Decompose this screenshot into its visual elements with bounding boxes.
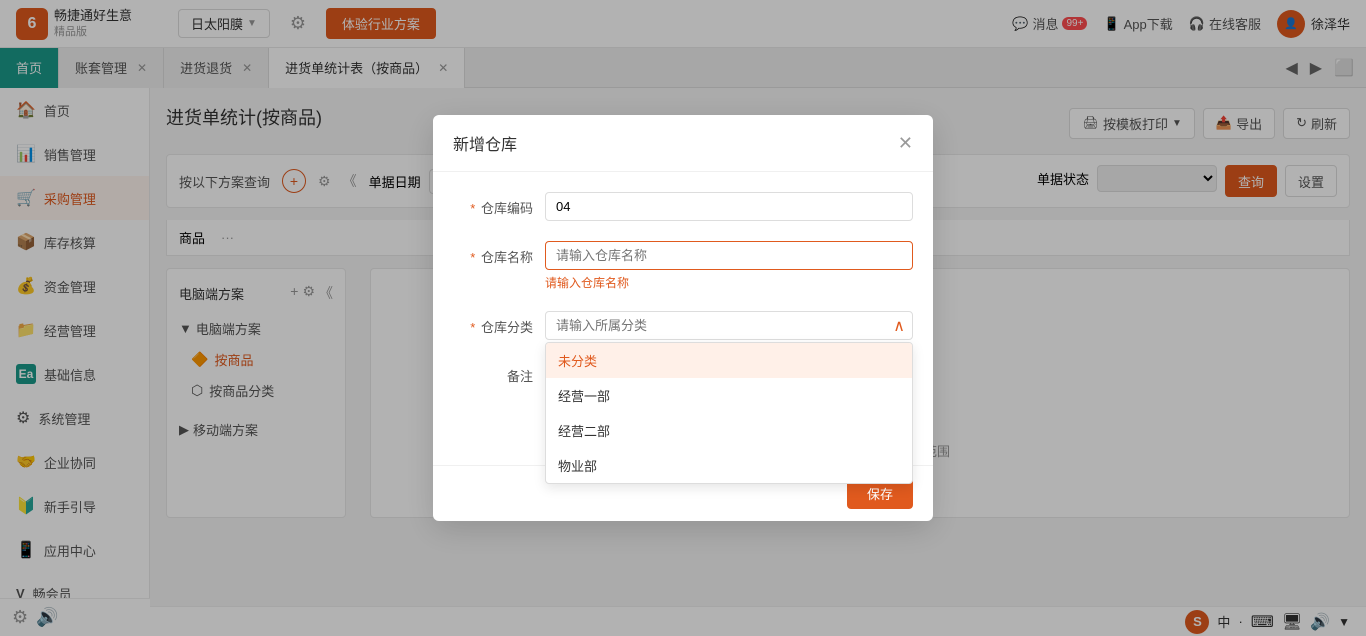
- add-warehouse-modal: 新增仓库 ✕ * 仓库编码 * 仓库名称: [433, 115, 933, 521]
- code-control: [545, 192, 913, 221]
- category-field-row: * 仓库分类 ∧ 未分类 经营一部 经营二部 物业部: [453, 311, 913, 340]
- category-select-wrapper: ∧: [545, 311, 913, 340]
- modal-title: 新增仓库: [453, 131, 517, 155]
- modal-close-button[interactable]: ✕: [898, 133, 913, 154]
- dropdown-item-dept2[interactable]: 经营二部: [546, 413, 912, 448]
- notes-label: 备注: [453, 360, 533, 385]
- modal-overlay[interactable]: 新增仓库 ✕ * 仓库编码 * 仓库名称: [0, 0, 1366, 636]
- category-input[interactable]: [545, 311, 913, 340]
- modal-header: 新增仓库 ✕: [433, 115, 933, 172]
- dropdown-item-dept1[interactable]: 经营一部: [546, 378, 912, 413]
- name-error-msg: 请输入仓库名称: [545, 274, 913, 291]
- name-input[interactable]: [545, 241, 913, 270]
- category-dropdown: 未分类 经营一部 经营二部 物业部: [545, 342, 913, 484]
- category-label: * 仓库分类: [453, 311, 533, 336]
- modal-body: * 仓库编码 * 仓库名称 请输入仓库名称: [433, 172, 933, 465]
- name-field-row: * 仓库名称 请输入仓库名称: [453, 241, 913, 291]
- code-input[interactable]: [545, 192, 913, 221]
- code-field-row: * 仓库编码: [453, 192, 913, 221]
- name-label: * 仓库名称: [453, 241, 533, 266]
- dropdown-item-property[interactable]: 物业部: [546, 448, 912, 483]
- category-control: ∧ 未分类 经营一部 经营二部 物业部: [545, 311, 913, 340]
- code-label: * 仓库编码: [453, 192, 533, 217]
- dropdown-item-unclassified[interactable]: 未分类: [546, 343, 912, 378]
- name-control: 请输入仓库名称: [545, 241, 913, 291]
